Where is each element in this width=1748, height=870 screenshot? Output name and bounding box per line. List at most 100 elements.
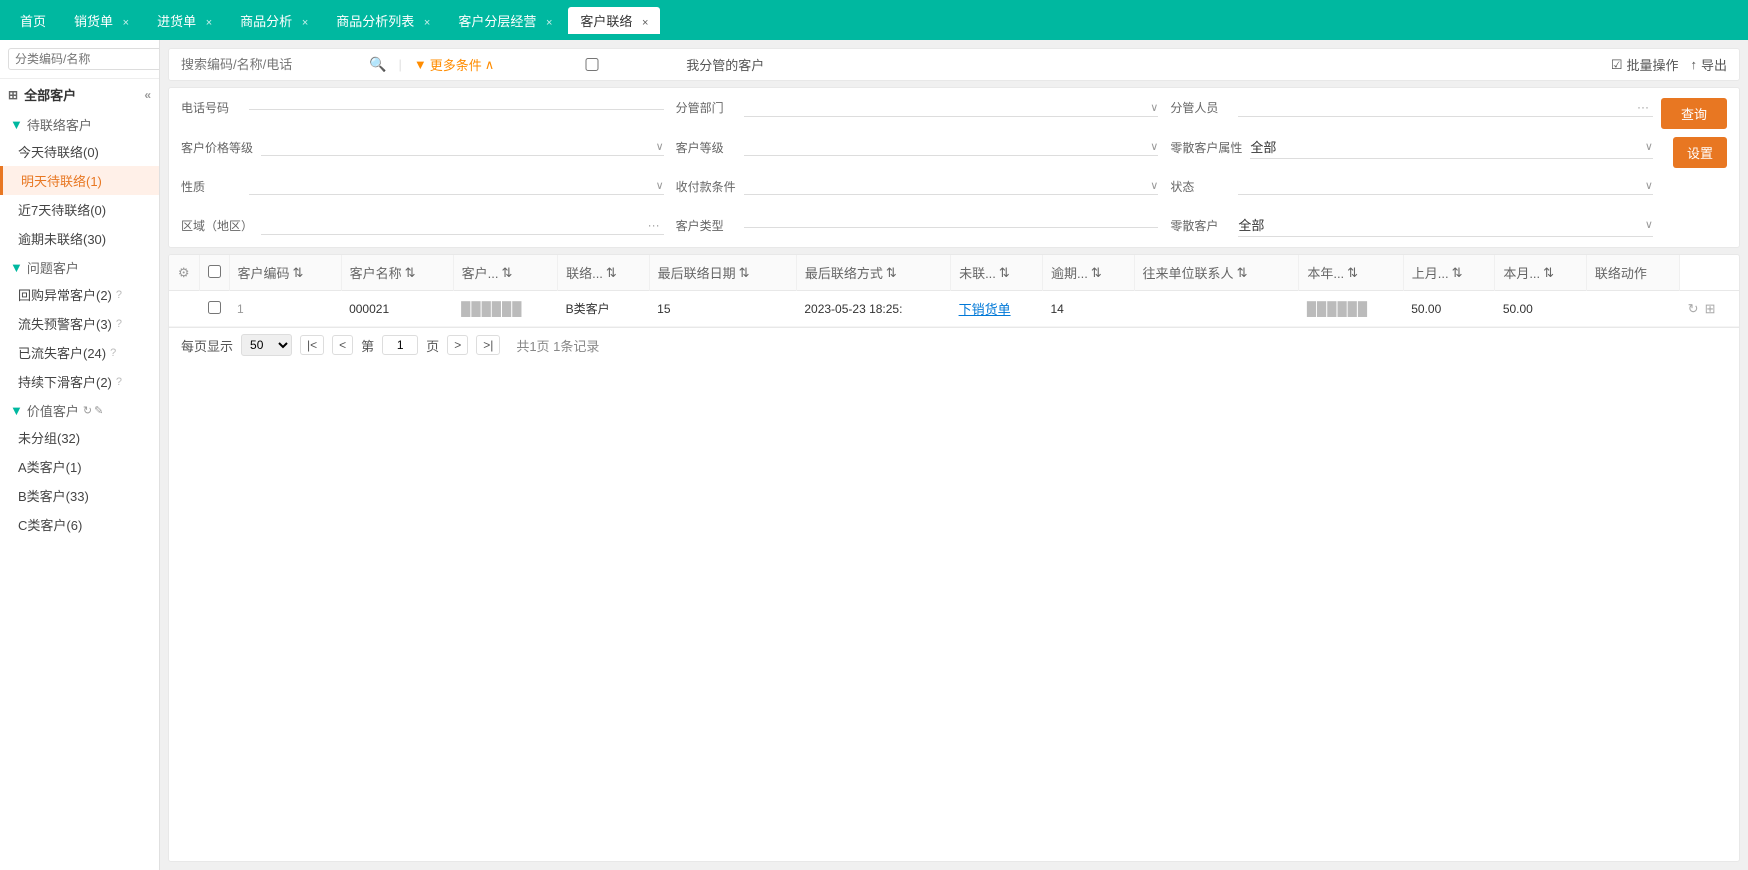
customer-table-container: ⚙ 客户编码 ⇅ 客户名称 <box>168 254 1740 862</box>
col-code-header: 客户编码 ⇅ <box>229 255 341 291</box>
row-last-contact-method: 下销货单 <box>951 291 1043 327</box>
col-overdue-sort[interactable]: 逾期... ⇅ <box>1051 263 1102 282</box>
nav-product-list[interactable]: 商品分析列表 × <box>324 7 442 34</box>
sidebar-item-7days[interactable]: 近7天待联络(0) <box>0 195 159 224</box>
row-last-contact-method-link[interactable]: 下销货单 <box>959 302 1011 317</box>
customer-type-select[interactable] <box>744 223 1159 228</box>
customer-type-label: 客户类型 <box>676 217 736 234</box>
pending-contact-group[interactable]: ▼ 待联络客户 <box>0 110 159 137</box>
sort-icon-lcm: ⇅ <box>886 265 897 281</box>
batch-op-btn[interactable]: ☑ 批量操作 <box>1611 55 1679 74</box>
nav-sales-close[interactable]: × <box>123 17 129 29</box>
area-ellipsis[interactable]: ··· <box>644 218 664 232</box>
manager-select[interactable]: ··· <box>1238 98 1653 117</box>
col-name-sort[interactable]: 客户名称 ⇅ <box>350 263 416 282</box>
nav-customer-tier-close[interactable]: × <box>546 17 552 29</box>
sidebar-item-class-a[interactable]: A类客户(1) <box>0 452 159 481</box>
sidebar-item-tomorrow[interactable]: 明天待联络(1) <box>0 166 159 195</box>
sidebar-item-class-b[interactable]: B类客户(33) <box>0 481 159 510</box>
nav-product-list-close[interactable]: × <box>424 17 430 29</box>
value-customers-edit-icon[interactable]: ✎ <box>94 404 103 417</box>
customer-type-field: 客户类型 <box>676 217 1159 234</box>
col-this-month-header: 本月... ⇅ <box>1495 255 1587 291</box>
export-btn[interactable]: ↑ 导出 <box>1690 55 1727 74</box>
nav-home[interactable]: 首页 <box>8 7 58 34</box>
page-label: 第 <box>361 336 374 355</box>
row-checkbox[interactable] <box>208 301 221 314</box>
nav-customer-contact[interactable]: 客户联络 × <box>568 7 660 34</box>
sidebar-item-overdue[interactable]: 逾期未联络(30) <box>0 224 159 253</box>
col-contact-count-sort[interactable]: 联络... ⇅ <box>566 263 617 282</box>
my-customers-checkbox-label[interactable]: 我分管的客户 <box>502 55 764 74</box>
table-footer: 每页显示 50 100 200 |< < 第 页 > >| 共1页 1条记录 <box>169 327 1739 362</box>
sidebar-item-churn-warning[interactable]: 流失预警客户(3) ? <box>0 309 159 338</box>
retail-attr-select[interactable]: 全部 ∨ <box>1250 135 1653 159</box>
export-icon: ↑ <box>1690 57 1697 72</box>
col-this-year-sort[interactable]: 本年... ⇅ <box>1307 263 1358 282</box>
manager-ellipsis[interactable]: ··· <box>1633 100 1653 114</box>
nav-sales[interactable]: 销货单 × <box>62 7 141 34</box>
col-not-contacted-sort[interactable]: 未联... ⇅ <box>959 263 1010 282</box>
col-last-month-sort[interactable]: 上月... ⇅ <box>1412 263 1463 282</box>
nav-product-analysis[interactable]: 商品分析 × <box>228 7 320 34</box>
set-button[interactable]: 设置 <box>1673 137 1727 168</box>
customer-grade-field: 客户等级 ∨ <box>676 138 1159 156</box>
sidebar-item-repurchase-anomaly[interactable]: 回购异常客户(2) ? <box>0 280 159 309</box>
area-select[interactable]: ··· <box>261 216 664 235</box>
search-input[interactable] <box>181 57 361 72</box>
all-customers-header[interactable]: ⊞ 全部客户 « <box>0 79 159 110</box>
customer-grade-select[interactable]: ∨ <box>744 138 1159 156</box>
sidebar-item-declining[interactable]: 持续下滑客户(2) ? <box>0 367 159 396</box>
retail-attr-field: 零散客户属性 全部 ∨ <box>1170 135 1653 159</box>
status-label: 状态 <box>1170 178 1230 195</box>
retail-customer-select[interactable]: 全部 ∨ <box>1238 213 1653 237</box>
my-customers-checkbox[interactable] <box>502 58 682 71</box>
page-number-input[interactable] <box>382 335 418 355</box>
dept-select[interactable]: ∨ <box>744 99 1159 117</box>
value-customers-refresh-icon[interactable]: ↻ <box>83 404 92 417</box>
top-nav: 首页 销货单 × 进货单 × 商品分析 × 商品分析列表 × 客户分层经营 × … <box>0 0 1748 40</box>
row-action-refresh-icon[interactable]: ↻ <box>1688 301 1699 317</box>
nature-select[interactable]: ∨ <box>249 177 664 195</box>
prev-page-btn[interactable]: < <box>332 335 353 355</box>
manager-field: 分管人员 ··· <box>1170 98 1653 117</box>
col-last-contact-date-sort[interactable]: 最后联络日期 ⇅ <box>658 263 750 282</box>
nav-purchase[interactable]: 进货单 × <box>145 7 224 34</box>
row-action-grid-icon[interactable]: ⊞ <box>1705 301 1716 317</box>
settings-icon[interactable]: ⚙ <box>178 265 190 280</box>
nav-customer-tier[interactable]: 客户分层经营 × <box>446 7 564 34</box>
search-button[interactable]: 🔍 <box>369 56 386 73</box>
first-page-btn[interactable]: |< <box>300 335 324 355</box>
select-all-checkbox[interactable] <box>208 265 221 278</box>
col-contact-person-sort[interactable]: 往来单位联系人 ⇅ <box>1143 263 1248 282</box>
next-page-btn[interactable]: > <box>447 335 468 355</box>
problem-customers-group[interactable]: ▼ 问题客户 <box>0 253 159 280</box>
query-button[interactable]: 查询 <box>1661 98 1727 129</box>
value-customers-group[interactable]: ▼ 价值客户 ↻ ✎ <box>0 396 159 423</box>
col-this-month-sort[interactable]: 本月... ⇅ <box>1503 263 1554 282</box>
col-last-contact-method-sort[interactable]: 最后联络方式 ⇅ <box>805 263 897 282</box>
more-conditions-btn[interactable]: ▼ 更多条件 ∧ <box>414 55 494 74</box>
sidebar-item-class-c[interactable]: C类客户(6) <box>0 510 159 539</box>
nav-product-analysis-close[interactable]: × <box>302 17 308 29</box>
per-page-select[interactable]: 50 100 200 <box>241 334 292 356</box>
phone-select[interactable] <box>249 105 664 110</box>
price-grade-select[interactable]: ∨ <box>261 138 664 156</box>
sidebar: 🔍 ⊞ 全部客户 « ▼ 待联络客户 今天待联络(0) 明天待联络(1) 近7天… <box>0 40 160 870</box>
query-set-group: 查询 设置 <box>1661 98 1727 168</box>
col-code-sort[interactable]: 客户编码 ⇅ <box>238 263 304 282</box>
sidebar-item-today[interactable]: 今天待联络(0) <box>0 137 159 166</box>
content-area: 🔍 | ▼ 更多条件 ∧ 我分管的客户 ☑ 批量操作 ↑ 导出 <box>160 40 1748 870</box>
col-overdue-header: 逾期... ⇅ <box>1042 255 1134 291</box>
sidebar-item-ungrouped[interactable]: 未分组(32) <box>0 423 159 452</box>
status-select[interactable]: ∨ <box>1238 177 1653 195</box>
nav-customer-contact-close[interactable]: × <box>642 17 648 29</box>
sidebar-item-churned[interactable]: 已流失客户(24) ? <box>0 338 159 367</box>
row-settings <box>169 291 199 327</box>
col-type-sort[interactable]: 客户... ⇅ <box>462 263 513 282</box>
nav-purchase-close[interactable]: × <box>206 17 212 29</box>
retail-attr-dropdown-arrow: ∨ <box>1645 140 1653 153</box>
payment-select[interactable]: ∨ <box>744 177 1159 195</box>
sidebar-search-input[interactable] <box>8 48 160 70</box>
last-page-btn[interactable]: >| <box>476 335 500 355</box>
